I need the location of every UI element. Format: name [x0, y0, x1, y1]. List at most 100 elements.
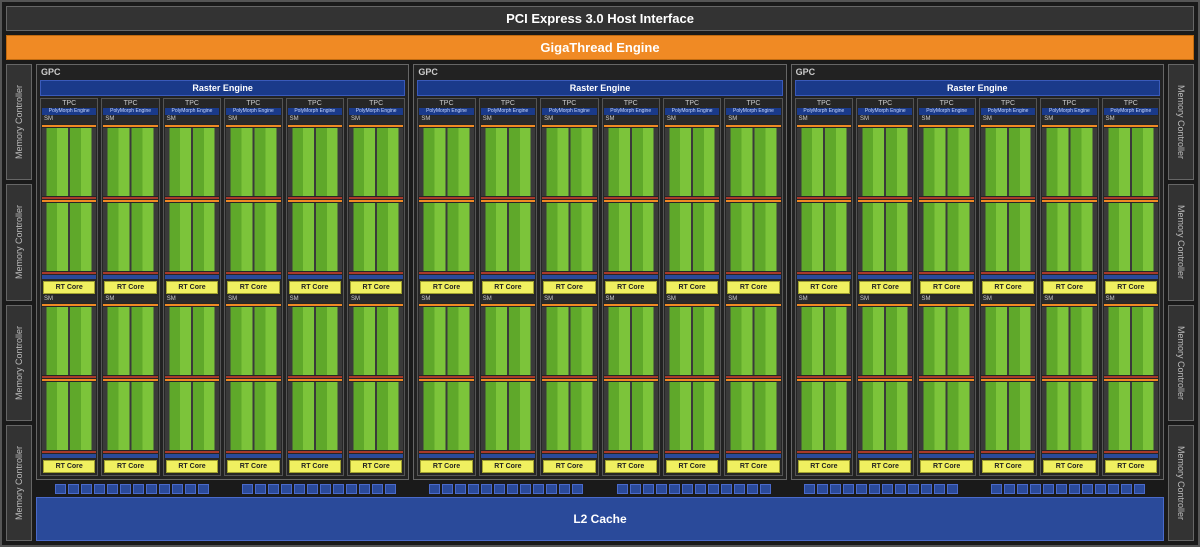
- warp-scheduler: [919, 125, 973, 127]
- tensor-bar: [419, 275, 473, 279]
- rt-core: RT Core: [605, 281, 657, 294]
- lsu-bar: [858, 376, 912, 378]
- lsu-bar: [604, 197, 658, 199]
- sm: SMRT Core: [165, 296, 219, 475]
- tpc: TPCPolyMorph EngineSMRT CoreSMRT Core: [224, 98, 282, 476]
- cuda-cores: [665, 307, 719, 375]
- tensor-bar: [858, 275, 912, 279]
- cuda-cores: [542, 203, 596, 271]
- tensor-bar: [1042, 454, 1096, 458]
- sm: SMRT Core: [858, 116, 912, 295]
- rt-core: RT Core: [420, 281, 472, 294]
- polymorph-engine: PolyMorph Engine: [1104, 108, 1158, 115]
- rt-core: RT Core: [43, 281, 95, 294]
- cuda-cores: [226, 307, 280, 375]
- l2-slice: [68, 484, 79, 494]
- warp-scheduler: [1042, 125, 1096, 127]
- lsu-bar: [1104, 376, 1158, 378]
- warp-scheduler: [858, 379, 912, 381]
- l2-slice: [747, 484, 758, 494]
- sm-label: SM: [481, 116, 535, 124]
- rt-core: RT Core: [289, 281, 341, 294]
- lsu-bar: [858, 272, 912, 274]
- sm-label: SM: [165, 116, 219, 124]
- cuda-cores: [919, 307, 973, 375]
- tpc: TPCPolyMorph EngineSMRT CoreSMRT Core: [856, 98, 914, 476]
- polymorph-engine: PolyMorph Engine: [226, 108, 280, 115]
- sm-label: SM: [42, 116, 96, 124]
- rt-core: RT Core: [982, 281, 1034, 294]
- cuda-cores: [604, 128, 658, 196]
- sm-label: SM: [726, 296, 780, 304]
- lsu-bar: [349, 376, 403, 378]
- l2-slice: [559, 484, 570, 494]
- l2-slice: [546, 484, 557, 494]
- warp-scheduler: [726, 379, 780, 381]
- rt-core: RT Core: [920, 281, 972, 294]
- cuda-cores: [103, 203, 157, 271]
- cuda-cores: [604, 203, 658, 271]
- sm-label: SM: [165, 296, 219, 304]
- rt-core: RT Core: [727, 460, 779, 473]
- sm: SM RT Core: [726, 296, 780, 475]
- warp-scheduler: [797, 304, 851, 306]
- sm-label: SM: [797, 116, 851, 124]
- l2-slice: [172, 484, 183, 494]
- sm-label: SM: [665, 296, 719, 304]
- cuda-cores: [42, 382, 96, 450]
- cuda-cores: [42, 203, 96, 271]
- center-stack: GPCRaster EngineTPCPolyMorph EngineSMRT …: [36, 64, 1164, 541]
- warp-scheduler: [226, 200, 280, 202]
- l2-slice: [455, 484, 466, 494]
- tensor-bar: [226, 275, 280, 279]
- rt-core: RT Core: [482, 460, 534, 473]
- memory-controller: Memory Controller: [1168, 64, 1194, 180]
- gpc-label: GPC: [41, 67, 61, 77]
- l2-slice: [991, 484, 1002, 494]
- l2-slice: [830, 484, 841, 494]
- l2-slice: [1108, 484, 1119, 494]
- sm: SMRT Core: [726, 116, 780, 295]
- warp-scheduler: [981, 304, 1035, 306]
- warp-scheduler: [288, 200, 342, 202]
- warp-scheduler: [604, 304, 658, 306]
- main-body: Memory ControllerMemory ControllerMemory…: [6, 64, 1194, 541]
- tpc-label: TPC: [858, 100, 912, 107]
- cuda-cores: [226, 382, 280, 450]
- tpc: TPCPolyMorph EngineSMRT CoreSMRT Core: [1040, 98, 1098, 476]
- tensor-bar: [919, 275, 973, 279]
- warp-scheduler: [542, 379, 596, 381]
- l2-slice: [494, 484, 505, 494]
- rt-core: RT Core: [420, 460, 472, 473]
- rt-core: RT Core: [289, 460, 341, 473]
- sm-label: SM: [288, 296, 342, 304]
- cuda-cores: [726, 307, 780, 375]
- warp-scheduler: [103, 379, 157, 381]
- cuda-cores: [1042, 128, 1096, 196]
- lsu-bar: [919, 451, 973, 453]
- tpc-label: TPC: [226, 100, 280, 107]
- sm-label: SM: [726, 116, 780, 124]
- l2-tick-group: [787, 484, 974, 494]
- tpc-label: TPC: [726, 100, 780, 107]
- polymorph-engine: PolyMorph Engine: [288, 108, 342, 115]
- lsu-bar: [103, 197, 157, 199]
- lsu-bar: [419, 451, 473, 453]
- lsu-bar: [665, 376, 719, 378]
- lsu-bar: [665, 451, 719, 453]
- warp-scheduler: [797, 200, 851, 202]
- lsu-bar: [288, 272, 342, 274]
- cuda-cores: [288, 382, 342, 450]
- warp-scheduler: [665, 200, 719, 202]
- lsu-bar: [481, 451, 535, 453]
- memory-controller: Memory Controller: [1168, 305, 1194, 421]
- warp-scheduler: [981, 200, 1035, 202]
- cuda-cores: [1042, 307, 1096, 375]
- sm-label: SM: [42, 296, 96, 304]
- polymorph-engine: PolyMorph Engine: [726, 108, 780, 115]
- l2-slice: [843, 484, 854, 494]
- lsu-bar: [981, 272, 1035, 274]
- l2-slice: [921, 484, 932, 494]
- sm-label: SM: [604, 296, 658, 304]
- warp-scheduler: [981, 125, 1035, 127]
